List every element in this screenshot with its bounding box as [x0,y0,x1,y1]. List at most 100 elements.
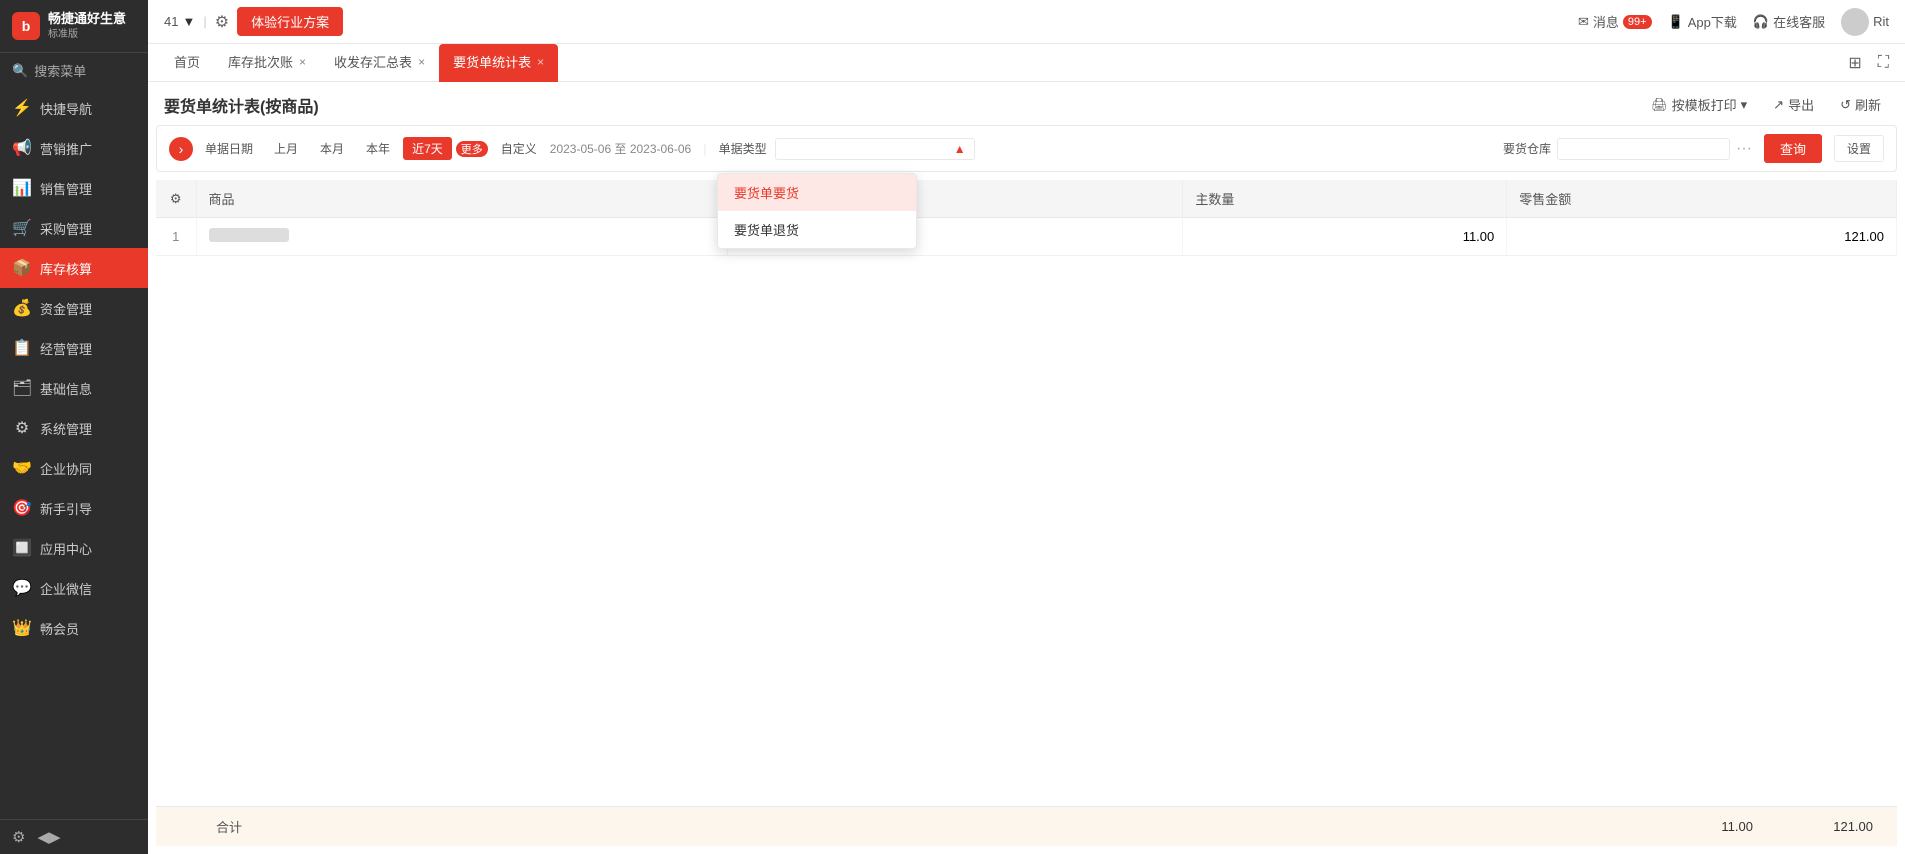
purchase-icon: 🛒 [12,218,32,238]
app-logo-text: 畅捷通好生意 标准版 [48,10,126,42]
warehouse-more-icon[interactable]: ··· [1736,140,1752,158]
trial-btn[interactable]: 体验行业方案 [237,7,343,36]
warehouse-label: 要货仓库 [1503,140,1551,157]
sidebar-bottom: ⚙ ◀▶ [0,819,148,854]
col-sales: 零售金额 [1507,180,1897,218]
date-btn-this-month[interactable]: 本月 [311,137,353,160]
main-area: 41 ▼ | ⚙ 体验行业方案 ✉ 消息 99+ 📱 App下载 🎧 在线客服 [148,0,1905,854]
sidebar-item-wechat[interactable]: 💬 企业微信 [0,568,148,608]
type-filter-section: 单据类型 ▲ [719,138,1491,160]
sidebar-item-purchase[interactable]: 🛒 采购管理 [0,208,148,248]
app-download-btn[interactable]: 📱 App下载 [1668,12,1737,31]
header-right: ✉ 消息 99+ 📱 App下载 🎧 在线客服 Rit [1578,8,1889,36]
header-left: 41 ▼ | ⚙ 体验行业方案 [164,7,1566,36]
basic-info-icon: 🗂 [12,378,32,398]
tab-inventory-batch[interactable]: 库存批次账 × [214,44,320,82]
tab-inventory-batch-close[interactable]: × [299,56,306,68]
table-row: 1 块 11.00 121.00 [156,218,1897,256]
settings-filter-btn[interactable]: 设置 [1834,135,1884,162]
page-actions: 🖨 按模板打印 ▾ ↗ 导出 ↺ 刷新 [1643,92,1889,117]
data-table: ⚙ 商品 主计量单位 主数量 零售金额 1 块 11.00 [156,180,1897,256]
refresh-btn[interactable]: ↺ 刷新 [1832,92,1889,117]
wechat-label: 企业微信 [40,579,92,598]
service-label: 在线客服 [1773,12,1825,31]
date-range-text: 2023-05-06 至 2023-06-06 [550,140,691,157]
sidebar-item-member[interactable]: 👑 畅会员 [0,608,148,648]
tutorial-label: 新手引导 [40,499,92,518]
dropdown-item-requisition[interactable]: 要货单要货 [718,174,916,211]
sidebar-item-sales[interactable]: 📊 销售管理 [0,168,148,208]
export-icon: ↗ [1773,97,1784,113]
operations-label: 经营管理 [40,339,92,358]
finance-icon: 💰 [12,298,32,318]
message-btn[interactable]: ✉ 消息 99+ [1578,12,1652,31]
warehouse-section: 要货仓库 ··· [1503,138,1752,160]
filter-bar: › 单据日期 上月 本月 本年 近7天 更多 自定义 2023-05-06 至 … [156,125,1897,172]
tabs-right-actions: ⊞ ⛶ [1844,49,1893,77]
purchase-label: 采购管理 [40,219,92,238]
date-btn-this-year[interactable]: 本年 [357,137,399,160]
sidebar-item-basic-info[interactable]: 🗂 基础信息 [0,368,148,408]
tab-receipt-summary[interactable]: 收发存汇总表 × [320,44,439,82]
print-btn[interactable]: 🖨 按模板打印 ▾ [1643,92,1755,117]
printer-icon: 🖨 [1651,97,1668,113]
type-filter-arrow-icon[interactable]: ▲ [954,142,966,156]
date-more-badge[interactable]: 更多 [456,141,488,157]
tab-requisition[interactable]: 要货单统计表 × [439,44,558,82]
date-btn-last-month[interactable]: 上月 [265,137,307,160]
sidebar-item-finance[interactable]: 💰 资金管理 [0,288,148,328]
date-btn-7days[interactable]: 近7天 [403,137,452,160]
sidebar-item-tutorial[interactable]: 🎯 新手引导 [0,488,148,528]
total-label: 合计 [168,817,1645,836]
tab-fullscreen-icon[interactable]: ⛶ [1874,50,1893,76]
sidebar-item-inventory[interactable]: 📦 库存核算 [0,248,148,288]
quick-nav-label: 快捷导航 [40,99,92,118]
tab-expand-icon[interactable]: ⊞ [1844,49,1865,77]
headset-icon: 🎧 [1753,14,1769,30]
collapse-icon[interactable]: ◀▶ [37,828,60,846]
header-settings-icon[interactable]: ⚙ [215,12,229,32]
row-product [196,218,727,256]
page-header: 要货单统计表(按商品) 🖨 按模板打印 ▾ ↗ 导出 ↺ 刷新 [148,82,1905,125]
inventory-icon: 📦 [12,258,32,278]
tab-inventory-batch-label: 库存批次账 [228,52,293,71]
row-qty: 11.00 [1183,218,1507,256]
online-service-btn[interactable]: 🎧 在线客服 [1753,12,1825,31]
row-idx: 1 [156,218,196,256]
app-center-icon: 🔲 [12,538,32,558]
search-menu-item[interactable]: 🔍 搜索菜单 [0,53,148,88]
finance-label: 资金管理 [40,299,92,318]
tabs-bar: 首页 库存批次账 × 收发存汇总表 × 要货单统计表 × ⊞ ⛶ [148,44,1905,82]
query-btn[interactable]: 查询 [1764,134,1822,163]
tab-receipt-summary-close[interactable]: × [418,56,425,68]
tab-home-label: 首页 [174,52,200,71]
filter-expand-btn[interactable]: › [169,137,193,161]
dropdown-arrow-icon: ▼ [182,14,195,29]
type-filter-input[interactable] [784,142,954,156]
col-settings[interactable]: ⚙ [156,180,196,218]
date-btn-custom[interactable]: 自定义 [492,137,546,160]
total-qty: 11.00 [1645,819,1765,834]
type-filter-select[interactable]: ▲ [775,138,975,160]
settings-bottom-icon[interactable]: ⚙ [12,828,25,846]
dropdown-item-return[interactable]: 要货单退货 [718,211,916,248]
tab-home[interactable]: 首页 [160,44,214,82]
sidebar-item-app-center[interactable]: 🔲 应用中心 [0,528,148,568]
sidebar-item-marketing[interactable]: 📢 营销推广 [0,128,148,168]
marketing-icon: 📢 [12,138,32,158]
export-btn[interactable]: ↗ 导出 [1765,92,1822,117]
sidebar-item-quick-nav[interactable]: ⚡ 快捷导航 [0,88,148,128]
system-label: 系统管理 [40,419,92,438]
store-selector[interactable]: 41 ▼ [164,14,195,29]
sidebar-item-operations[interactable]: 📋 经营管理 [0,328,148,368]
system-icon: ⚙ [12,418,32,438]
export-label: 导出 [1788,95,1814,114]
warehouse-input[interactable] [1557,138,1730,160]
user-avatar [1841,8,1869,36]
tab-requisition-close[interactable]: × [537,56,544,68]
message-icon: ✉ [1578,14,1589,30]
sidebar: b 畅捷通好生意 标准版 🔍 搜索菜单 ⚡ 快捷导航 📢 营销推广 📊 销售管理… [0,0,148,854]
user-profile-btn[interactable]: Rit [1841,8,1889,36]
sidebar-item-system[interactable]: ⚙ 系统管理 [0,408,148,448]
sidebar-item-cooperation[interactable]: 🤝 企业协同 [0,448,148,488]
